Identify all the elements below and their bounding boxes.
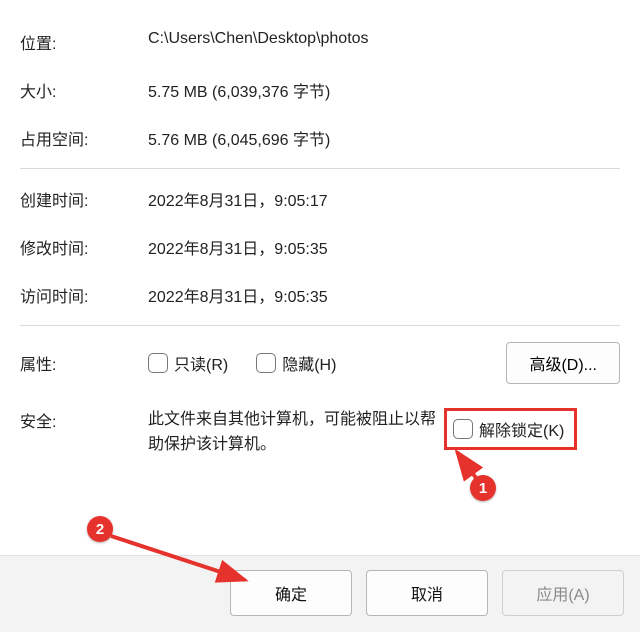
checkbox-unblock[interactable]: 解除锁定(K) bbox=[444, 408, 577, 450]
separator bbox=[20, 325, 620, 326]
security-message: 此文件来自其他计算机，可能被阻止以帮助保护该计算机。 bbox=[148, 408, 438, 458]
label-attributes: 属性: bbox=[20, 351, 148, 375]
row-size: 大小: 5.75 MB (6,039,376 字节) bbox=[20, 66, 620, 114]
row-created: 创建时间: 2022年8月31日，9:05:17 bbox=[20, 175, 620, 223]
value-accessed: 2022年8月31日，9:05:35 bbox=[148, 283, 620, 307]
value-size-on-disk: 5.76 MB (6,045,696 字节) bbox=[148, 126, 620, 150]
cancel-button[interactable]: 取消 bbox=[366, 570, 488, 616]
row-security: 安全: 此文件来自其他计算机，可能被阻止以帮助保护该计算机。 解除锁定(K) bbox=[20, 398, 620, 484]
properties-panel: 位置: C:\Users\Chen\Desktop\photos 大小: 5.7… bbox=[0, 0, 640, 484]
label-location: 位置: bbox=[20, 30, 148, 54]
label-modified: 修改时间: bbox=[20, 235, 148, 259]
label-size: 大小: bbox=[20, 78, 148, 102]
label-accessed: 访问时间: bbox=[20, 283, 148, 307]
label-created: 创建时间: bbox=[20, 187, 148, 211]
separator bbox=[20, 168, 620, 169]
row-attributes: 属性: 只读(R) 隐藏(H) 高级(D)... bbox=[20, 332, 620, 398]
checkbox-box-icon bbox=[148, 353, 168, 373]
row-accessed: 访问时间: 2022年8月31日，9:05:35 bbox=[20, 271, 620, 319]
label-size-on-disk: 占用空间: bbox=[20, 126, 148, 150]
row-size-on-disk: 占用空间: 5.76 MB (6,045,696 字节) bbox=[20, 114, 620, 162]
row-location: 位置: C:\Users\Chen\Desktop\photos bbox=[20, 18, 620, 66]
checkbox-box-icon bbox=[256, 353, 276, 373]
checkbox-readonly[interactable]: 只读(R) bbox=[148, 351, 228, 375]
value-created: 2022年8月31日，9:05:17 bbox=[148, 187, 620, 211]
dialog-footer: 确定 取消 应用(A) bbox=[0, 555, 640, 632]
value-modified: 2022年8月31日，9:05:35 bbox=[148, 235, 620, 259]
ok-button[interactable]: 确定 bbox=[230, 570, 352, 616]
checkbox-unblock-label: 解除锁定(K) bbox=[479, 417, 564, 441]
checkbox-box-icon bbox=[453, 419, 473, 439]
checkbox-readonly-label: 只读(R) bbox=[174, 351, 228, 375]
value-size: 5.75 MB (6,039,376 字节) bbox=[148, 78, 620, 102]
apply-button: 应用(A) bbox=[502, 570, 624, 616]
annotation-step-2: 2 bbox=[87, 516, 113, 542]
advanced-button[interactable]: 高级(D)... bbox=[506, 342, 620, 384]
checkbox-hidden-label: 隐藏(H) bbox=[282, 351, 336, 375]
label-security: 安全: bbox=[20, 408, 148, 432]
checkbox-hidden[interactable]: 隐藏(H) bbox=[256, 351, 336, 375]
annotation-step-1: 1 bbox=[470, 475, 496, 501]
value-location: C:\Users\Chen\Desktop\photos bbox=[148, 30, 620, 48]
row-modified: 修改时间: 2022年8月31日，9:05:35 bbox=[20, 223, 620, 271]
